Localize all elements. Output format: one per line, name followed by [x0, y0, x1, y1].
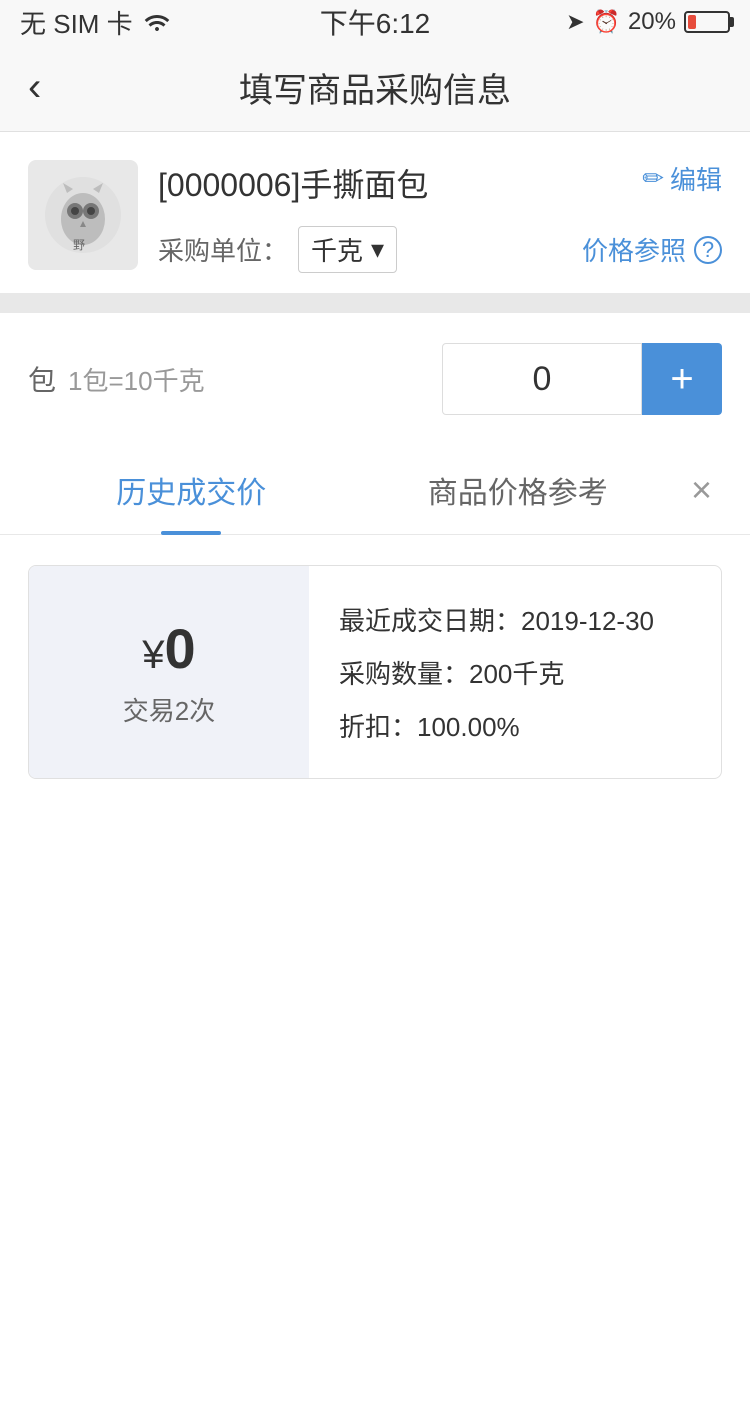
- page-title: 填写商品采购信息: [239, 63, 511, 112]
- pack-conversion: 1包=10千克: [68, 361, 205, 398]
- tabs-bar: 历史成交价 商品价格参考 ×: [0, 445, 750, 535]
- trade-price-section: ¥0 交易2次: [29, 566, 309, 778]
- purchase-qty-label: 采购数量：: [339, 659, 469, 689]
- quantity-label: 包 1包=10千克: [28, 359, 205, 399]
- battery-fill: [688, 15, 696, 29]
- trade-details-section: 最近成交日期：2019-12-30 采购数量：200千克 折扣：100.00%: [309, 566, 721, 778]
- location-icon: ➤: [566, 9, 584, 35]
- trade-price-value: ¥0: [142, 616, 195, 681]
- quantity-plus-button[interactable]: +: [642, 343, 722, 415]
- plus-icon: +: [670, 357, 693, 402]
- dropdown-icon: ▾: [371, 234, 384, 265]
- svg-text:野: 野: [73, 238, 85, 252]
- purchase-unit-label: 采购单位：: [158, 231, 288, 268]
- panel-section: 历史成交价 商品价格参考 × ¥0 交易2次 最近成交日期：2019-12-30…: [0, 445, 750, 1409]
- empty-content-area: [0, 809, 750, 1409]
- price-ref-label: 价格参照: [582, 231, 686, 268]
- tab-close-button[interactable]: ×: [681, 459, 722, 521]
- wifi-icon: [143, 7, 171, 38]
- unit-select[interactable]: 千克 ▾: [298, 226, 397, 273]
- battery-percent: 20%: [628, 8, 676, 36]
- status-right: ➤ ⏰ 20%: [566, 8, 730, 36]
- trade-qty-row: 采购数量：200千克: [339, 654, 691, 691]
- status-bar: 无 SIM 卡 下午6:12 ➤ ⏰ 20%: [0, 0, 750, 44]
- product-name: [0000006]手撕面包: [158, 160, 428, 206]
- quantity-row: 包 1包=10千克 +: [0, 313, 750, 445]
- tab-price-reference[interactable]: 商品价格参考: [354, 445, 680, 535]
- tab-history-price[interactable]: 历史成交价: [28, 445, 354, 535]
- price-ref-button[interactable]: 价格参照 ?: [582, 231, 722, 268]
- price-number: 0: [165, 617, 196, 680]
- discount-label: 折扣：: [339, 712, 417, 742]
- product-card: 野 [0000006]手撕面包 ✏ 编辑 采购单位： 千克 ▾ 价格参照 ?: [0, 132, 750, 293]
- trade-date-row: 最近成交日期：2019-12-30: [339, 601, 691, 638]
- purchase-unit-row: 采购单位： 千克 ▾ 价格参照 ?: [158, 226, 722, 273]
- trade-count: 交易2次: [123, 691, 215, 728]
- trade-card: ¥0 交易2次 最近成交日期：2019-12-30 采购数量：200千克 折扣：…: [28, 565, 722, 779]
- pack-icon: 包: [28, 359, 56, 399]
- price-ref-help-icon: ?: [694, 236, 722, 264]
- no-sim-text: 无 SIM 卡: [20, 4, 133, 41]
- quantity-input[interactable]: [442, 343, 642, 415]
- nav-bar: ‹ 填写商品采购信息: [0, 44, 750, 132]
- product-info: [0000006]手撕面包 ✏ 编辑 采购单位： 千克 ▾ 价格参照 ?: [158, 160, 722, 273]
- back-button[interactable]: ‹: [28, 65, 41, 110]
- edit-button[interactable]: ✏ 编辑: [642, 160, 722, 197]
- trade-discount-row: 折扣：100.00%: [339, 707, 691, 744]
- section-divider: [0, 293, 750, 313]
- alarm-icon: ⏰: [593, 9, 620, 35]
- edit-label: 编辑: [670, 160, 722, 197]
- purchase-qty-value: 200千克: [469, 659, 564, 689]
- recent-date-label: 最近成交日期：: [339, 606, 521, 636]
- currency-symbol: ¥: [142, 633, 164, 677]
- discount-value: 100.00%: [417, 712, 520, 742]
- edit-icon: ✏: [642, 163, 664, 194]
- unit-value: 千克: [311, 231, 363, 268]
- product-header: [0000006]手撕面包 ✏ 编辑: [158, 160, 722, 206]
- quantity-input-group: +: [442, 343, 722, 415]
- product-image: 野: [28, 160, 138, 270]
- tab-history-label: 历史成交价: [116, 468, 266, 512]
- battery-icon: [684, 11, 730, 33]
- tab-price-ref-label: 商品价格参考: [428, 468, 608, 512]
- recent-date-value: 2019-12-30: [521, 606, 654, 636]
- status-left: 无 SIM 卡: [20, 4, 171, 41]
- status-time: 下午6:12: [320, 2, 431, 42]
